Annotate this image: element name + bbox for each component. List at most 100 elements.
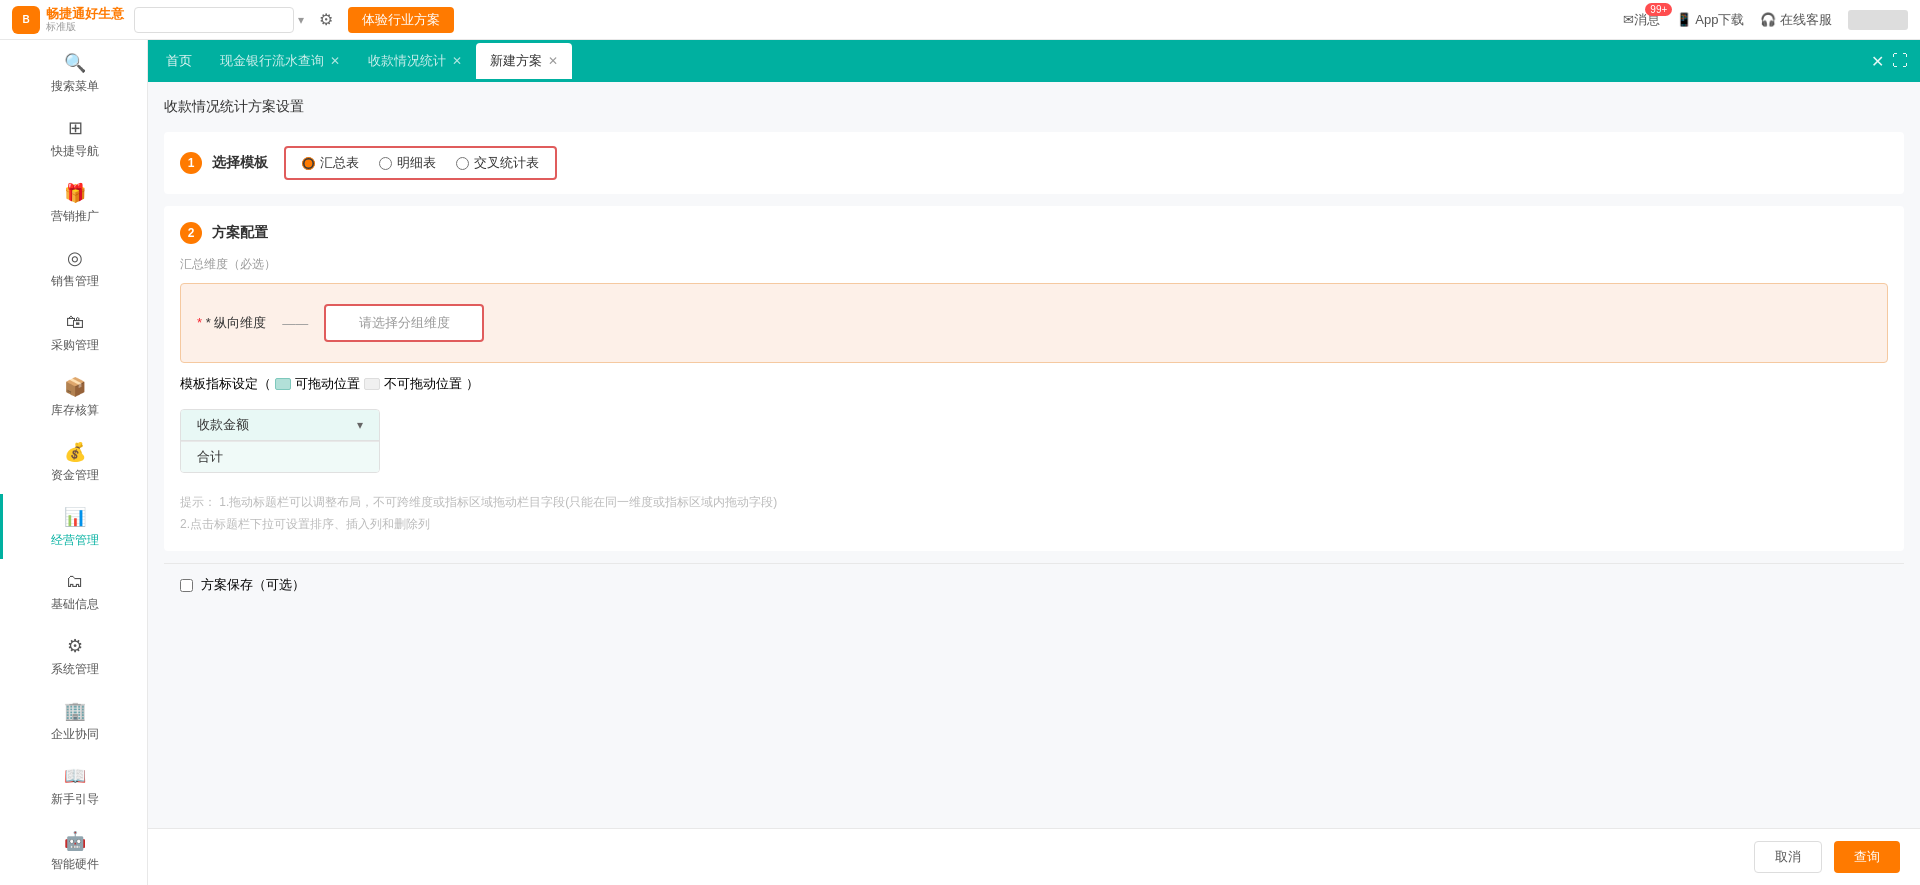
- messages-badge: 99+: [1645, 3, 1672, 16]
- download-button[interactable]: 📱 App下载: [1676, 11, 1744, 29]
- sidebar-item-operations[interactable]: 📊 经营管理: [0, 494, 147, 559]
- messages-button[interactable]: ✉ 消息 99+: [1623, 11, 1660, 29]
- legend-draggable-label: 可拖动位置: [295, 375, 360, 393]
- indicator-table-row: 合计: [181, 441, 379, 472]
- cancel-button[interactable]: 取消: [1754, 841, 1822, 873]
- marketing-icon: 🎁: [64, 182, 86, 204]
- indicator-settings-header: 模板指标设定（ 可拖动位置 不可拖动位置 ）: [180, 375, 1888, 393]
- indicator-table-header[interactable]: 收款金额 ▾: [181, 410, 379, 441]
- sidebar-item-nav[interactable]: ⊞ 快捷导航: [0, 105, 147, 170]
- tab-new-plan[interactable]: 新建方案 ✕: [476, 43, 572, 79]
- sidebar-label-inventory: 库存核算: [51, 402, 99, 419]
- sidebar-item-enterprise[interactable]: 🏢 企业协同: [0, 688, 147, 753]
- system-icon: ⚙: [67, 635, 83, 657]
- tab-expand-icon[interactable]: ⛶: [1892, 52, 1908, 70]
- search-input[interactable]: [134, 7, 294, 33]
- content-area: 首页 现金银行流水查询 ✕ 收款情况统计 ✕ 新建方案 ✕ ✕ ⛶ 收款情况统计…: [148, 40, 1920, 885]
- top-bar: B 畅捷通好生意 标准版 ▾ ⚙ 体验行业方案 ✉ 消息 99+ 📱 App下载…: [0, 0, 1920, 40]
- tab-receipts-close-icon[interactable]: ✕: [452, 54, 462, 68]
- sidebar-label-marketing: 营销推广: [51, 208, 99, 225]
- tab-receipts[interactable]: 收款情况统计 ✕: [354, 43, 476, 79]
- dropdown-arrow-icon[interactable]: ▾: [298, 13, 304, 27]
- radio-cross[interactable]: 交叉统计表: [456, 154, 539, 172]
- legend-non-draggable: 不可拖动位置: [364, 375, 462, 393]
- page-title: 收款情况统计方案设置: [164, 98, 1904, 116]
- online-service-button[interactable]: 🎧 在线客服: [1760, 11, 1832, 29]
- template-section: 1 选择模板 汇总表 明细表: [164, 132, 1904, 194]
- indicator-table: 收款金额 ▾ 合计: [180, 409, 380, 473]
- tab-receipts-label: 收款情况统计: [368, 52, 446, 70]
- page-content: 收款情况统计方案设置 1 选择模板 汇总表: [148, 82, 1920, 828]
- sidebar-item-finance[interactable]: 💰 资金管理: [0, 429, 147, 494]
- radio-detail-input[interactable]: [379, 157, 392, 170]
- tab-home[interactable]: 首页: [152, 43, 206, 79]
- radio-summary-label: 汇总表: [320, 154, 359, 172]
- hardware-icon: 🤖: [64, 830, 86, 852]
- arrow-line: ——: [282, 316, 308, 331]
- tab-bank[interactable]: 现金银行流水查询 ✕: [206, 43, 354, 79]
- sidebar-item-search[interactable]: 🔍 搜索菜单: [0, 40, 147, 105]
- operations-icon: 📊: [64, 506, 86, 528]
- tips-section: 提示： 1.拖动标题栏可以调整布局，不可跨维度或指标区域拖动栏目字段(只能在同一…: [180, 492, 1888, 535]
- sidebar-item-hardware[interactable]: 🤖 智能硬件: [0, 818, 147, 883]
- try-industry-button[interactable]: 体验行业方案: [348, 7, 454, 33]
- sidebar-item-sales[interactable]: ◎ 销售管理: [0, 235, 147, 300]
- radio-summary[interactable]: 汇总表: [302, 154, 359, 172]
- section-title-1: 选择模板: [212, 154, 268, 172]
- sidebar-label-finance: 资金管理: [51, 467, 99, 484]
- indicator-dropdown-icon[interactable]: ▾: [357, 418, 363, 432]
- sidebar-item-system[interactable]: ⚙ 系统管理: [0, 623, 147, 688]
- radio-detail[interactable]: 明细表: [379, 154, 436, 172]
- indicator-header-text: 收款金额: [197, 416, 249, 434]
- template-section-header: 1 选择模板 汇总表 明细表: [164, 132, 1904, 194]
- tab-bar: 首页 现金银行流水查询 ✕ 收款情况统计 ✕ 新建方案 ✕ ✕ ⛶: [148, 40, 1920, 82]
- draggable-legend-box: [275, 378, 291, 390]
- service-icon: 🎧: [1760, 12, 1776, 27]
- dimension-title-text: 汇总维度（必选）: [180, 257, 276, 271]
- sidebar-label-basic: 基础信息: [51, 596, 99, 613]
- sidebar: 🔍 搜索菜单 ⊞ 快捷导航 🎁 营销推广 ◎ 销售管理 🛍 采购管理 📦 库存核…: [0, 40, 148, 885]
- tab-bank-close-icon[interactable]: ✕: [330, 54, 340, 68]
- enterprise-icon: 🏢: [64, 700, 86, 722]
- basic-icon: 🗂: [66, 571, 84, 592]
- tab-close-window-icon[interactable]: ✕: [1871, 52, 1884, 71]
- template-radio-group: 汇总表 明细表 交叉统计表: [302, 154, 539, 172]
- sidebar-label-nav: 快捷导航: [51, 143, 99, 160]
- app-logo: B 畅捷通好生意 标准版: [12, 6, 124, 34]
- plan-save-section: 方案保存（可选）: [164, 563, 1904, 606]
- download-label: App下载: [1695, 12, 1744, 27]
- query-button[interactable]: 查询: [1834, 841, 1900, 873]
- guide-icon: 📖: [64, 765, 86, 787]
- sidebar-label-hardware: 智能硬件: [51, 856, 99, 873]
- dimension-select[interactable]: 请选择分组维度: [324, 304, 484, 342]
- sidebar-label-sales: 销售管理: [51, 273, 99, 290]
- sidebar-label-purchase: 采购管理: [51, 337, 99, 354]
- legend-close-paren: ）: [466, 375, 479, 393]
- sidebar-label-search: 搜索菜单: [51, 78, 99, 95]
- radio-cross-label: 交叉统计表: [474, 154, 539, 172]
- tab-new-plan-label: 新建方案: [490, 52, 542, 70]
- top-bar-right: ✉ 消息 99+ 📱 App下载 🎧 在线客服: [1623, 10, 1908, 30]
- sidebar-item-purchase[interactable]: 🛍 采购管理: [0, 300, 147, 364]
- sidebar-item-marketing[interactable]: 🎁 营销推广: [0, 170, 147, 235]
- top-nav-search[interactable]: ▾: [134, 7, 304, 33]
- main-layout: 🔍 搜索菜单 ⊞ 快捷导航 🎁 营销推广 ◎ 销售管理 🛍 采购管理 📦 库存核…: [0, 40, 1920, 885]
- vertical-dimension-label: * * 纵向维度: [197, 314, 266, 332]
- sidebar-item-basic[interactable]: 🗂 基础信息: [0, 559, 147, 623]
- radio-summary-input[interactable]: [302, 157, 315, 170]
- messages-icon: ✉: [1623, 12, 1634, 27]
- logo-icon: B: [12, 6, 40, 34]
- radio-cross-input[interactable]: [456, 157, 469, 170]
- plan-save-checkbox[interactable]: [180, 579, 193, 592]
- tips-line1: 提示： 1.拖动标题栏可以调整布局，不可跨维度或指标区域拖动栏目字段(只能在同一…: [180, 492, 1888, 514]
- top-right-actions: ✉ 消息 99+ 📱 App下载 🎧 在线客服: [1623, 10, 1908, 30]
- sidebar-item-guide[interactable]: 📖 新手引导: [0, 753, 147, 818]
- user-avatar[interactable]: [1848, 10, 1908, 30]
- plan-save-label: 方案保存（可选）: [201, 576, 305, 594]
- sales-icon: ◎: [67, 247, 83, 269]
- tab-bar-actions: ✕ ⛶: [1871, 52, 1916, 71]
- sidebar-item-inventory[interactable]: 📦 库存核算: [0, 364, 147, 429]
- gear-button[interactable]: ⚙: [314, 8, 338, 32]
- tab-new-plan-close-icon[interactable]: ✕: [548, 54, 558, 68]
- non-draggable-legend-box: [364, 378, 380, 390]
